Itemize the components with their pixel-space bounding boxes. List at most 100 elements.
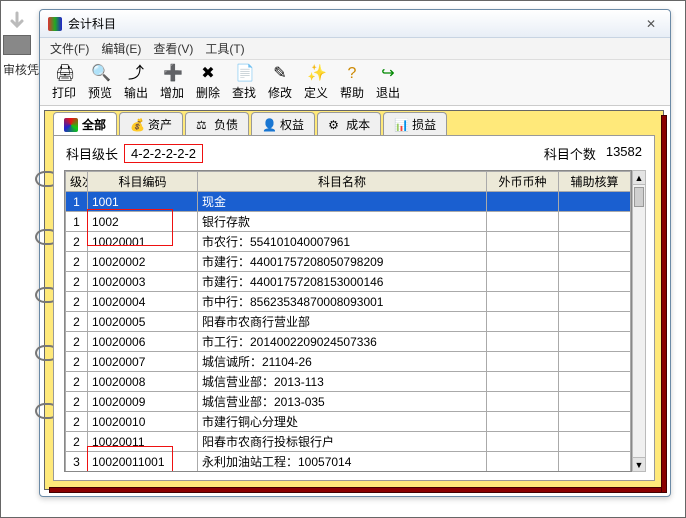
- cell-code: 10020001: [88, 232, 198, 252]
- cell-code: 10020011: [88, 432, 198, 452]
- menu-edit[interactable]: 编辑(E): [101, 40, 141, 57]
- cell-aux: [559, 192, 631, 212]
- table-row[interactable]: 11002银行存款: [66, 212, 631, 232]
- cell-lv: 2: [66, 312, 88, 332]
- bg-doc-icon: [3, 35, 31, 55]
- count-value: 13582: [606, 144, 642, 163]
- col-level[interactable]: 级次: [66, 172, 88, 192]
- cell-code: 10020008: [88, 372, 198, 392]
- table-row[interactable]: 210020001市农行：554101040007961: [66, 232, 631, 252]
- cell-fx: [487, 412, 559, 432]
- cell-code: 10020007: [88, 352, 198, 372]
- menu-tool[interactable]: 工具(T): [205, 40, 244, 57]
- cell-name: 城信营业部：2013-113: [198, 372, 487, 392]
- cell-fx: [487, 312, 559, 332]
- cost-icon: ⚙: [328, 118, 342, 132]
- tab-liability[interactable]: ⚖ 负债: [185, 112, 249, 135]
- table-row[interactable]: 210020009城信营业部：2013-035: [66, 392, 631, 412]
- cell-aux: [559, 292, 631, 312]
- scroll-up-button[interactable]: ▲: [633, 171, 645, 185]
- table-row[interactable]: 210020003市建行：44001757208153000146: [66, 272, 631, 292]
- cell-name: 市建行铜心分理处: [198, 412, 487, 432]
- preview-icon: 🔍: [91, 65, 109, 83]
- add-label: 增加: [160, 84, 184, 101]
- grid-scrollbar[interactable]: ▲ ▼: [632, 170, 646, 472]
- tab-asset[interactable]: 💰 资产: [119, 112, 183, 135]
- print-button[interactable]: 🖨打印: [46, 62, 82, 104]
- exit-button[interactable]: ↪退出: [370, 62, 406, 104]
- cell-name: 现金: [198, 192, 487, 212]
- print-label: 打印: [52, 84, 76, 101]
- scroll-thumb[interactable]: [634, 187, 644, 207]
- edit-icon: ✎: [271, 65, 289, 83]
- cell-code: 10020009: [88, 392, 198, 412]
- col-code[interactable]: 科目编码: [88, 172, 198, 192]
- cell-fx: [487, 372, 559, 392]
- tab-pnl[interactable]: 📊 损益: [383, 112, 447, 135]
- cell-fx: [487, 192, 559, 212]
- cell-lv: 2: [66, 392, 88, 412]
- cell-lv: 3: [66, 452, 88, 472]
- col-aux[interactable]: 辅助核算: [559, 172, 631, 192]
- cell-fx: [487, 212, 559, 232]
- table-row[interactable]: 210020010市建行铜心分理处: [66, 412, 631, 432]
- cell-code: 10020011001: [88, 452, 198, 472]
- modify-button[interactable]: ✎修改: [262, 62, 298, 104]
- menubar: 文件(F) 编辑(E) 查看(V) 工具(T): [40, 38, 670, 60]
- cell-lv: 2: [66, 292, 88, 312]
- menu-file[interactable]: 文件(F): [50, 40, 89, 57]
- category-tabs: 全部 💰 资产 ⚖ 负债 👤 权益 ⚙ 成本: [45, 111, 663, 135]
- tab-cost[interactable]: ⚙ 成本: [317, 112, 381, 135]
- cell-code: 10020004: [88, 292, 198, 312]
- cell-lv: 1: [66, 212, 88, 232]
- printer-icon: 🖨: [55, 65, 73, 83]
- find-button[interactable]: 📄查找: [226, 62, 262, 104]
- export-button[interactable]: ⤴输出: [118, 62, 154, 104]
- help-button[interactable]: ?帮助: [334, 62, 370, 104]
- close-button[interactable]: ✕: [640, 17, 662, 31]
- cell-aux: [559, 412, 631, 432]
- table-row[interactable]: 11001现金: [66, 192, 631, 212]
- define-label: 定义: [304, 84, 328, 101]
- cell-aux: [559, 332, 631, 352]
- menu-view[interactable]: 查看(V): [153, 40, 193, 57]
- search-icon: 📄: [235, 65, 253, 83]
- cell-lv: 1: [66, 192, 88, 212]
- scroll-down-button[interactable]: ▼: [633, 457, 645, 471]
- col-fx[interactable]: 外币币种: [487, 172, 559, 192]
- cell-aux: [559, 212, 631, 232]
- table-row[interactable]: 210020002市建行：44001757208050798209: [66, 252, 631, 272]
- add-button[interactable]: ➕增加: [154, 62, 190, 104]
- cell-aux: [559, 472, 631, 473]
- cell-name: 银行存款: [198, 212, 487, 232]
- table-row[interactable]: 310020011001永利加油站工程：10057014: [66, 452, 631, 472]
- exit-label: 退出: [376, 84, 400, 101]
- table-row[interactable]: 210020007城信诚所：21104-26: [66, 352, 631, 372]
- table-row[interactable]: 210020006市工行：2014002209024507336: [66, 332, 631, 352]
- cell-name: 阳春市农商行投标银行户: [198, 432, 487, 452]
- table-row[interactable]: 210020005阳春市农商行营业部: [66, 312, 631, 332]
- table-row[interactable]: 210020011阳春市农商行投标银行户: [66, 432, 631, 452]
- preview-button[interactable]: 🔍预览: [82, 62, 118, 104]
- all-icon: [64, 118, 78, 132]
- cell-aux: [559, 232, 631, 252]
- accounts-grid[interactable]: 级次 科目编码 科目名称 外币币种 辅助核算 11001现金11002银行存款2…: [64, 170, 632, 472]
- cell-fx: [487, 452, 559, 472]
- col-name[interactable]: 科目名称: [198, 172, 487, 192]
- table-row[interactable]: 210020004市中行：85623534870008093001: [66, 292, 631, 312]
- cell-name: 城信营业部：2013-035: [198, 392, 487, 412]
- cell-lv: 2: [66, 332, 88, 352]
- accounts-dialog: 会计科目 ✕ 文件(F) 编辑(E) 查看(V) 工具(T) 🖨打印 🔍预览 ⤴…: [39, 9, 671, 497]
- define-button[interactable]: ✨定义: [298, 62, 334, 104]
- tab-equity[interactable]: 👤 权益: [251, 112, 315, 135]
- window-title: 会计科目: [68, 15, 640, 32]
- cell-lv: 2: [66, 272, 88, 292]
- table-row[interactable]: 210020008城信营业部：2013-113: [66, 372, 631, 392]
- app-icon: [48, 17, 62, 31]
- liability-icon: ⚖: [196, 118, 210, 132]
- export-icon: ⤴: [127, 65, 145, 83]
- tab-all[interactable]: 全部: [53, 112, 117, 135]
- cell-fx: [487, 332, 559, 352]
- table-row[interactable]: 310020011002温氏春湾总部工程10769098: [66, 472, 631, 473]
- delete-button[interactable]: ✖删除: [190, 62, 226, 104]
